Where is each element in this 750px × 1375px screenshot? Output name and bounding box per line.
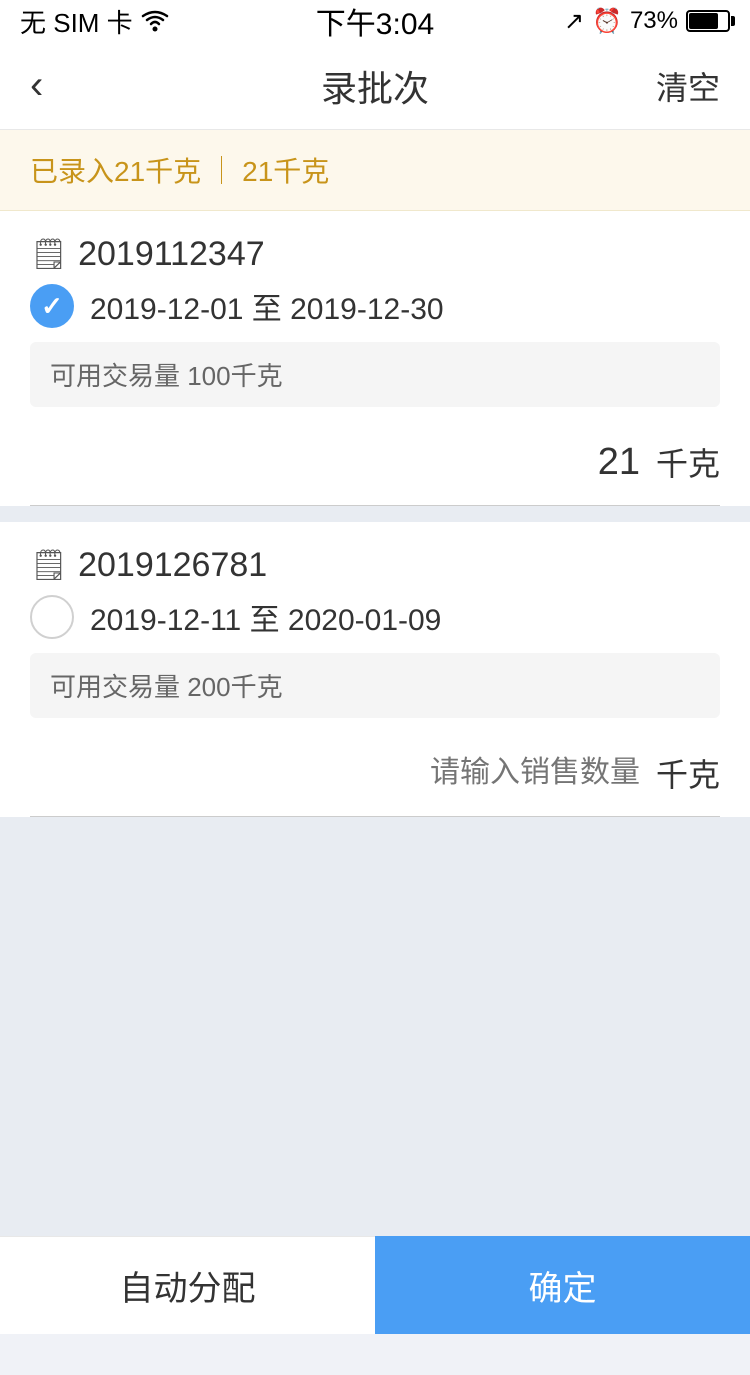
clear-button[interactable]: 清空 (656, 63, 720, 109)
sales-input-2[interactable] (380, 756, 640, 790)
summary-bar: 已录入21千克 21千克 (0, 130, 750, 211)
status-right: ↗ ⏰ 73% (564, 7, 730, 36)
batch-date-row-1: 2019-12-01 至 2019-12-30 (0, 284, 750, 342)
batch-availability-2: 可用交易量 200千克 (30, 653, 720, 718)
status-left: 无 SIM 卡 (20, 3, 169, 40)
amount-input-1[interactable] (520, 441, 640, 484)
batch-header-1: 🗒 2019112347 (0, 211, 750, 284)
battery-icon (686, 10, 730, 32)
status-bar: 无 SIM 卡 下午3:04 ↗ ⏰ 73% (0, 0, 750, 42)
summary-label: 已录入21千克 (30, 150, 201, 190)
batch-number-2: 2019126781 (78, 546, 267, 585)
bottom-bar: 自动分配 确定 (0, 1236, 750, 1334)
batch-doc-icon-2: 🗒 (30, 548, 68, 583)
auto-distribute-button[interactable]: 自动分配 (0, 1236, 375, 1334)
sales-unit-2: 千克 (656, 750, 720, 796)
nav-bar: ‹ 录批次 清空 (0, 42, 750, 130)
batch-header-2: 🗒 2019126781 (0, 522, 750, 595)
amount-unit-1: 千克 (656, 439, 720, 485)
batch-checkbox-1[interactable] (30, 284, 74, 328)
batch-card-1: 🗒 2019112347 2019-12-01 至 2019-12-30 可用交… (0, 211, 750, 506)
batch-number-1: 2019112347 (78, 235, 265, 274)
batch-checkbox-2[interactable] (30, 595, 74, 639)
sales-input-row-2: 千克 (0, 734, 750, 816)
status-time: 下午3:04 (316, 0, 434, 43)
content-area: 🗒 2019112347 2019-12-01 至 2019-12-30 可用交… (0, 211, 750, 1375)
summary-divider (221, 156, 222, 184)
confirm-button[interactable]: 确定 (375, 1236, 750, 1334)
summary-value: 21千克 (242, 150, 329, 190)
back-button[interactable]: ‹ (30, 63, 43, 108)
batch-date-1: 2019-12-01 至 2019-12-30 (90, 284, 444, 328)
wifi-icon (141, 10, 169, 32)
alarm-icon: ⏰ (592, 7, 622, 36)
batch-availability-1: 可用交易量 100千克 (30, 342, 720, 407)
batch-date-2: 2019-12-11 至 2020-01-09 (90, 595, 441, 639)
amount-row-1: 千克 (0, 423, 750, 505)
carrier-text: 无 SIM 卡 (20, 3, 133, 40)
section-divider (0, 506, 750, 522)
gray-area (0, 817, 750, 1277)
batch-card-2: 🗒 2019126781 2019-12-11 至 2020-01-09 可用交… (0, 522, 750, 817)
batch-date-row-2: 2019-12-11 至 2020-01-09 (0, 595, 750, 653)
page-title: 录批次 (321, 60, 429, 112)
location-icon: ↗ (564, 7, 584, 36)
battery-percent: 73% (630, 7, 678, 35)
batch-doc-icon-1: 🗒 (30, 237, 68, 272)
